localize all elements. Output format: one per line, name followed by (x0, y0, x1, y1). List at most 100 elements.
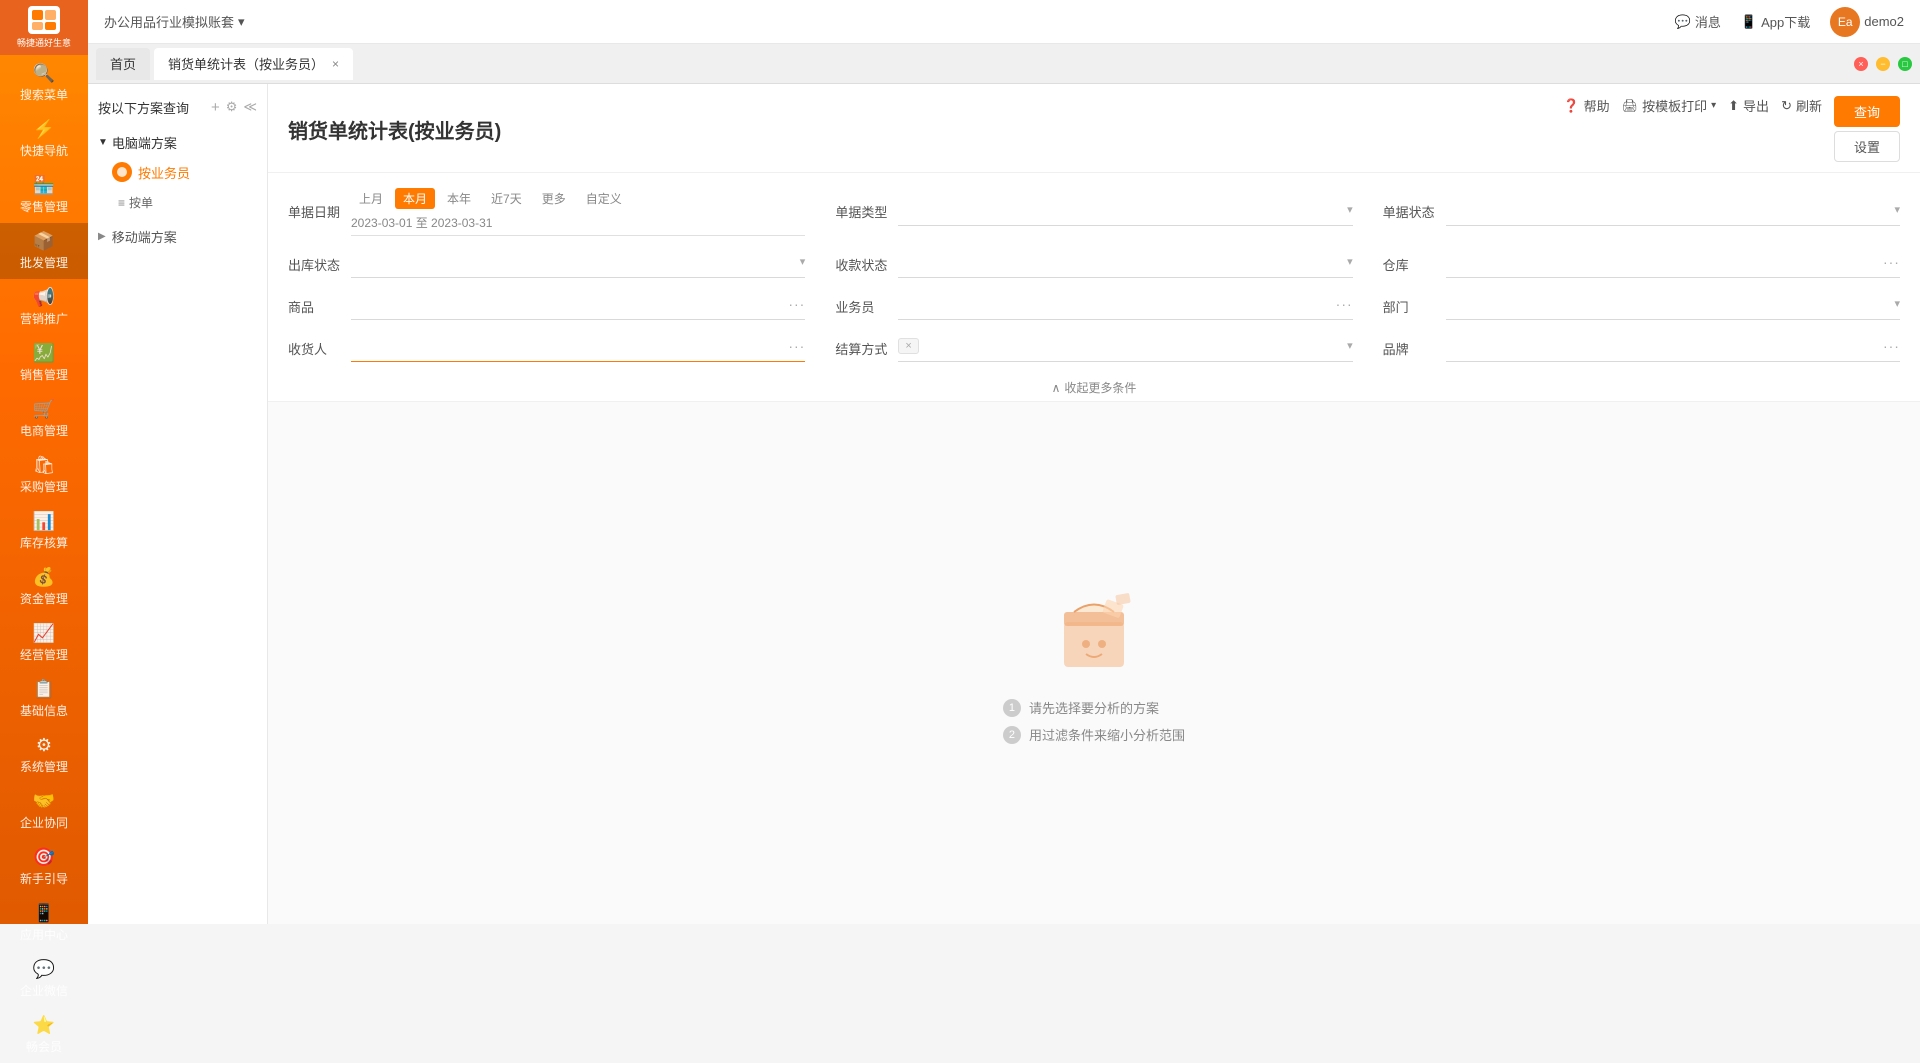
sidebar-item-member[interactable]: ⭐ 畅会员 (0, 1007, 88, 1063)
brand-control[interactable]: ··· (1446, 334, 1900, 362)
collapse-label: 收起更多条件 (1064, 379, 1136, 396)
scheme-collapse-button[interactable]: ≪ (243, 99, 257, 116)
empty-tip-2-text: 用过滤条件来缩小分析范围 (1029, 725, 1185, 744)
help-label: 帮助 (1584, 96, 1610, 115)
message-button[interactable]: 💬 消息 (1675, 12, 1721, 31)
date-option-7days[interactable]: 近7天 (483, 187, 530, 210)
empty-state-icon (1044, 582, 1144, 682)
sidebar-item-app-label: 应用中心 (20, 926, 68, 943)
mobile-group-header[interactable]: ▶ 移动端方案 (88, 221, 267, 252)
sidebar-item-inventory[interactable]: 📊 库存核算 (0, 503, 88, 559)
window-controls: × − □ (1854, 57, 1912, 71)
department-arrow: ▾ (1894, 297, 1900, 310)
consignee-control[interactable]: ··· (351, 334, 805, 362)
date-option-more[interactable]: 更多 (534, 187, 574, 210)
goods-control[interactable]: ··· (351, 292, 805, 320)
window-min-button[interactable]: − (1876, 57, 1890, 71)
sidebar-item-enterprise[interactable]: 🤝 企业协同 (0, 783, 88, 839)
tab-home-label: 首页 (110, 54, 136, 73)
ecommerce-icon: 🛒 (33, 399, 55, 420)
settlement-tag-close[interactable]: × (905, 340, 911, 352)
scheme-add-button[interactable]: + (211, 99, 220, 116)
schemes-header-title: 按以下方案查询 (98, 98, 189, 117)
pc-group-header[interactable]: ▼ 电脑端方案 (88, 129, 267, 156)
sidebar-item-system[interactable]: ⚙ 系统管理 (0, 727, 88, 783)
doc-status-arrow: ▾ (1894, 203, 1900, 216)
filter-warehouse-field: 仓库 ··· (1383, 250, 1900, 278)
sidebar-item-operations[interactable]: 📈 经营管理 (0, 615, 88, 671)
print-template-button[interactable]: 🖨 按模板打印 ▾ (1622, 96, 1717, 115)
sidebar-item-app[interactable]: 📱 应用中心 (0, 895, 88, 951)
page-action-buttons: 查询 设置 (1834, 96, 1900, 162)
sidebar-item-wholesale[interactable]: 📦 批发管理 (0, 223, 88, 279)
sidebar-item-retail[interactable]: 🏪 零售管理 (0, 167, 88, 223)
operations-icon: 📈 (33, 623, 55, 644)
scheme-settings-button[interactable]: ⚙ (226, 99, 238, 116)
collapse-bar: ∧ 收起更多条件 (288, 370, 1900, 401)
warehouse-control[interactable]: ··· (1446, 250, 1900, 278)
page-actions: ❓ 帮助 🖨 按模板打印 ▾ ⬆ 导出 ↻ (1563, 96, 1822, 115)
query-button[interactable]: 查询 (1834, 96, 1900, 127)
empty-state: 1 请先选择要分析的方案 2 用过滤条件来缩小分析范围 (1003, 582, 1185, 744)
purchase-icon: 🛍 (33, 455, 56, 476)
system-icon: ⚙ (36, 735, 52, 756)
window-max-button[interactable]: □ (1898, 57, 1912, 71)
department-label: 部门 (1383, 297, 1438, 316)
out-status-control[interactable]: ▾ (351, 250, 805, 278)
filter-salesperson-field: 业务员 ··· (835, 292, 1352, 320)
export-label: 导出 (1743, 96, 1769, 115)
doc-type-arrow: ▾ (1347, 203, 1353, 216)
date-option-this-year[interactable]: 本年 (439, 187, 479, 210)
settlement-control[interactable]: × ▾ (898, 334, 1352, 362)
sidebar-item-sales[interactable]: 💹 销售管理 (0, 335, 88, 391)
sidebar-item-shortcut[interactable]: ⚡ 快捷导航 (0, 111, 88, 167)
sidebar-item-ecommerce[interactable]: 🛒 电商管理 (0, 391, 88, 447)
collapse-button[interactable]: ∧ 收起更多条件 (1040, 376, 1149, 399)
doc-type-control[interactable]: ▾ (898, 198, 1352, 226)
mobile-group-arrow: ▶ (98, 231, 106, 242)
wholesale-icon: 📦 (33, 231, 55, 252)
sidebar-item-marketing[interactable]: 📢 营销推广 (0, 279, 88, 335)
help-button[interactable]: ❓ 帮助 (1563, 96, 1609, 115)
department-control[interactable]: ▾ (1446, 292, 1900, 320)
inventory-icon: 📊 (33, 511, 55, 532)
app-download-button[interactable]: 📱 App下载 (1741, 12, 1810, 31)
scheme-by-salesperson-label: 按业务员 (138, 163, 190, 182)
sidebar-item-enterprise-label: 企业协同 (20, 814, 68, 831)
settlement-label: 结算方式 (835, 339, 890, 358)
window-close-button[interactable]: × (1854, 57, 1868, 71)
export-button[interactable]: ⬆ 导出 (1728, 96, 1769, 115)
doc-status-control[interactable]: ▾ (1446, 198, 1900, 226)
sidebar-item-wechat[interactable]: 💬 企业微信 (0, 951, 88, 1007)
sidebar-item-marketing-label: 营销推广 (20, 310, 68, 327)
data-area: 1 请先选择要分析的方案 2 用过滤条件来缩小分析范围 (268, 402, 1920, 924)
tab-home[interactable]: 首页 (96, 48, 150, 80)
sidebar-item-finance[interactable]: 💰 资金管理 (0, 559, 88, 615)
sidebar-item-operations-label: 经营管理 (20, 646, 68, 663)
wechat-icon: 💬 (33, 959, 55, 980)
date-option-custom[interactable]: 自定义 (578, 187, 630, 210)
sidebar-item-purchase[interactable]: 🛍 采购管理 (0, 447, 88, 503)
tip-num-1: 1 (1003, 699, 1021, 717)
industry-dropdown-arrow: ▾ (238, 14, 245, 30)
tab-sales-report-close[interactable]: × (332, 57, 339, 71)
scheme-by-salesperson[interactable]: 按业务员 (88, 156, 267, 188)
scheme-sub-by-order[interactable]: ≡ 按单 (88, 188, 267, 217)
date-option-last-month[interactable]: 上月 (351, 187, 391, 210)
empty-tips: 1 请先选择要分析的方案 2 用过滤条件来缩小分析范围 (1003, 698, 1185, 744)
refresh-button[interactable]: ↻ 刷新 (1781, 96, 1822, 115)
tab-sales-report[interactable]: 销货单统计表（按业务员） × (154, 48, 353, 80)
date-option-this-month[interactable]: 本月 (395, 188, 435, 209)
sidebar-nav: 🔍 搜索菜单 ⚡ 快捷导航 🏪 零售管理 📦 批发管理 📢 营销推广 💹 销售管… (0, 55, 88, 1063)
user-menu[interactable]: Ea demo2 (1830, 7, 1904, 37)
sidebar-item-basic[interactable]: 📋 基础信息 (0, 671, 88, 727)
user-avatar: Ea (1830, 7, 1860, 37)
settlement-tag: × (898, 338, 918, 354)
settings-button[interactable]: 设置 (1834, 131, 1900, 162)
sidebar-item-newbie[interactable]: 🎯 新手引导 (0, 839, 88, 895)
industry-dropdown[interactable]: 办公用品行业模拟账套 ▾ (104, 12, 245, 31)
sidebar-item-search[interactable]: 🔍 搜索菜单 (0, 55, 88, 111)
warehouse-dots: ··· (1883, 254, 1900, 270)
receipt-status-control[interactable]: ▾ (898, 250, 1352, 278)
salesperson-control[interactable]: ··· (898, 292, 1352, 320)
